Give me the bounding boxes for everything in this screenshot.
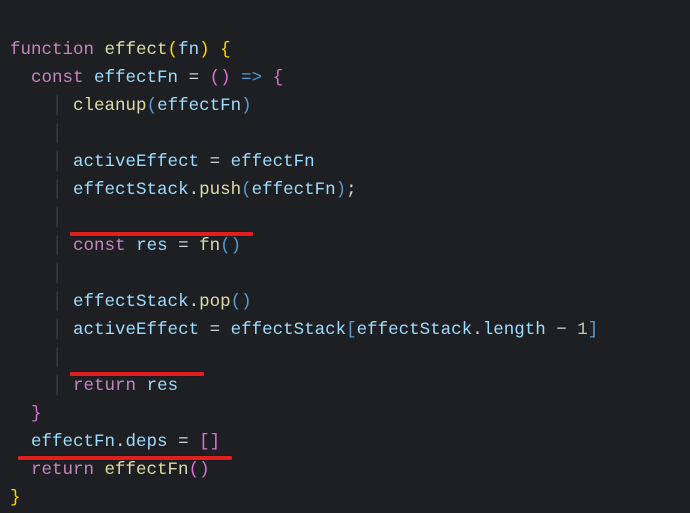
code-line-1: function effect(fn) { [10,40,231,60]
highlight-underline-2 [70,372,204,376]
code-line-2: const effectFn = () => { [10,68,283,88]
code-line-14: } [10,404,42,424]
code-line-4: │ [10,124,63,144]
code-line-6: │ effectStack.push(effectFn); [10,180,357,200]
code-line-10: │ effectStack.pop() [10,292,252,312]
code-line-13: │ return res [10,376,178,396]
code-line-8: │ const res = fn() [10,236,241,256]
code-line-9: │ [10,264,63,284]
highlight-underline-3 [18,456,232,460]
code-line-16: return effectFn() [10,460,210,480]
code-line-7: │ [10,208,63,228]
code-line-12: │ [10,348,63,368]
code-line-3: │ cleanup(effectFn) [10,96,252,116]
highlight-underline-1 [70,232,253,236]
code-block: function effect(fn) { const effectFn = (… [0,0,690,513]
code-line-17: } [10,488,21,508]
code-line-5: │ activeEffect = effectFn [10,152,315,172]
code-line-11: │ activeEffect = effectStack[effectStack… [10,320,598,340]
code-line-15: effectFn.deps = [] [10,432,220,452]
